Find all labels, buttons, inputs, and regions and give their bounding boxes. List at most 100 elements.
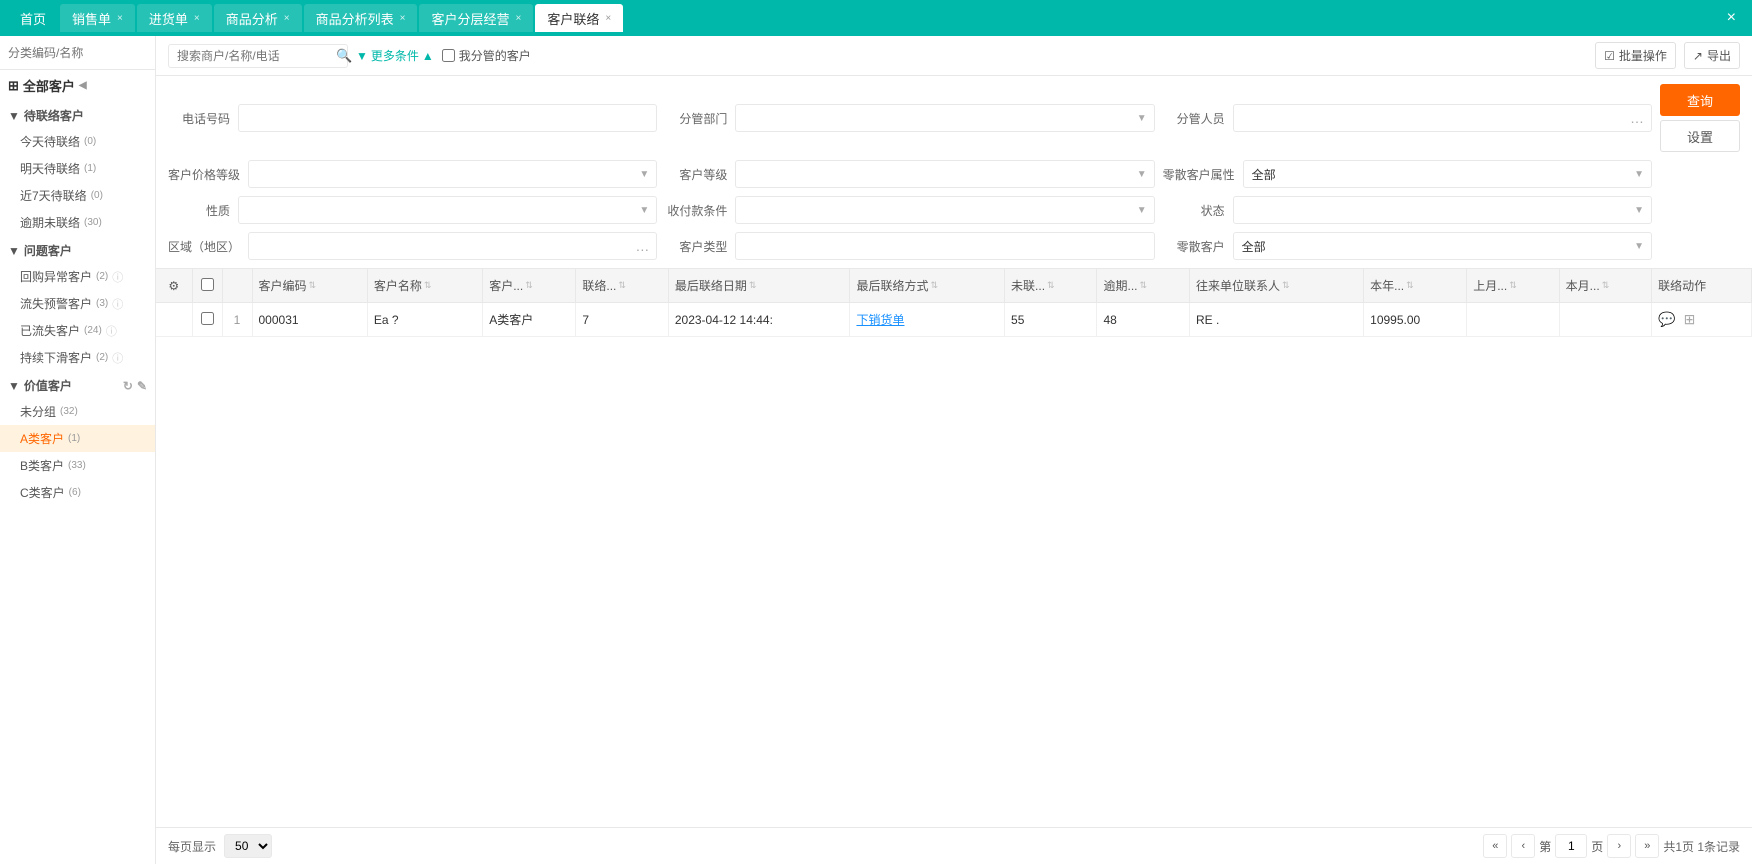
filter-retail-customer-select[interactable]: 全部 xyxy=(1233,232,1652,260)
nav-tab-customer-tier-close[interactable]: × xyxy=(515,13,521,24)
sidebar-item-type-b[interactable]: B类客户 (33) xyxy=(0,452,155,479)
filter-price-level-select[interactable] xyxy=(248,160,657,188)
th-name[interactable]: 客户名称 ⇅ xyxy=(367,269,482,303)
th-type-sort: ⇅ xyxy=(525,280,533,291)
nav-tab-sales[interactable]: 销售单 × xyxy=(60,4,135,32)
filter-nature-select[interactable] xyxy=(238,196,657,224)
filter-customer-level-select[interactable] xyxy=(735,160,1154,188)
settings-button[interactable]: 设置 xyxy=(1660,120,1740,152)
sidebar-item-today[interactable]: 今天待联络 (0) xyxy=(0,128,155,155)
nav-tab-customer-tier[interactable]: 客户分层经营 × xyxy=(419,4,533,32)
th-settings[interactable]: ⚙ xyxy=(156,269,192,303)
th-code-label: 客户编码 xyxy=(259,277,307,294)
nav-tab-home[interactable]: 首页 xyxy=(8,4,58,32)
sidebar-all-customers-header[interactable]: ⊞ 全部客户 ◀ xyxy=(0,70,155,101)
nav-tab-customer-contact-close[interactable]: × xyxy=(605,13,611,24)
select-all-checkbox[interactable] xyxy=(201,278,214,291)
filter-retail-attr-label: 零散客户属性 xyxy=(1163,166,1243,183)
th-unit-contact[interactable]: 往来单位联系人 ⇅ xyxy=(1189,269,1363,303)
th-contact[interactable]: 联络... ⇅ xyxy=(576,269,668,303)
th-this-year[interactable]: 本年... ⇅ xyxy=(1364,269,1467,303)
nav-tab-purchase-close[interactable]: × xyxy=(194,13,200,24)
row-last-method-1[interactable]: 下销货单 xyxy=(856,313,904,327)
sidebar-problem-customers-group[interactable]: ▼ 问题客户 xyxy=(0,236,155,263)
search-input[interactable] xyxy=(177,49,332,63)
nav-tab-analysis-close[interactable]: × xyxy=(284,13,290,24)
filter-customer-type-field: 客户类型 xyxy=(665,232,1154,260)
page-next-button[interactable]: › xyxy=(1607,834,1631,858)
my-customers-checkbox[interactable]: 我分管的客户 xyxy=(442,47,531,64)
th-this-month[interactable]: 本月... ⇅ xyxy=(1559,269,1651,303)
th-this-month-label: 本月... xyxy=(1566,277,1600,294)
page-prev-button[interactable]: ‹ xyxy=(1511,834,1535,858)
row-actions-1: 💬 ⊞ xyxy=(1658,311,1745,328)
nav-close-button[interactable]: × xyxy=(1719,9,1744,27)
th-code[interactable]: 客户编码 ⇅ xyxy=(252,269,367,303)
filter-status-select[interactable] xyxy=(1233,196,1652,224)
nav-tab-analysis-list-close[interactable]: × xyxy=(400,13,406,24)
filter-phone-input[interactable] xyxy=(238,104,657,132)
sidebar-pending-contact-group[interactable]: ▼ 待联络客户 xyxy=(0,101,155,128)
th-overdue[interactable]: 逾期... ⇅ xyxy=(1097,269,1189,303)
filter-dept-select[interactable] xyxy=(735,104,1154,132)
sidebar-item-overdue[interactable]: 逾期未联络 (30) xyxy=(0,209,155,236)
action-grid-icon-1[interactable]: ⊞ xyxy=(1684,311,1696,328)
sidebar-item-unclassified[interactable]: 未分组 (32) xyxy=(0,398,155,425)
sidebar-item-tomorrow[interactable]: 明天待联络 (1) xyxy=(0,155,155,182)
sidebar-item-7days[interactable]: 近7天待联络 (0) xyxy=(0,182,155,209)
row-code-1: 000031 xyxy=(259,313,299,327)
filter-region-wrapper: … xyxy=(248,232,657,260)
sidebar-item-type-c[interactable]: C类客户 (6) xyxy=(0,479,155,506)
sidebar-item-repeat-badge: (2) xyxy=(96,271,108,282)
filter-region-select[interactable] xyxy=(248,232,657,260)
filter-payment-select[interactable] xyxy=(735,196,1154,224)
nav-tab-analysis[interactable]: 商品分析 × xyxy=(214,4,302,32)
sidebar-search-area: 🔍 xyxy=(0,36,155,70)
sidebar-item-type-a-label: A类客户 xyxy=(20,430,64,447)
nav-tab-analysis-list[interactable]: 商品分析列表 × xyxy=(304,4,418,32)
filter-payment-field: 收付款条件 ▼ xyxy=(665,196,1154,224)
th-checkbox[interactable] xyxy=(192,269,222,303)
sidebar-item-repeat-abnormal[interactable]: 回购异常客户 (2) ⓘ xyxy=(0,263,155,290)
td-checkbox-1[interactable] xyxy=(192,303,222,337)
batch-operation-button[interactable]: ☑ 批量操作 xyxy=(1595,42,1676,69)
sidebar-item-declining[interactable]: 持续下滑客户 (2) ⓘ xyxy=(0,344,155,371)
th-last-month[interactable]: 上月... ⇅ xyxy=(1467,269,1559,303)
sidebar-search-input[interactable] xyxy=(8,46,156,60)
action-message-icon-1[interactable]: 💬 xyxy=(1658,311,1675,328)
sidebar-refresh-icon[interactable]: ↻ xyxy=(123,379,133,393)
sidebar-item-churn-warning-badge: (3) xyxy=(96,298,108,309)
region-more-dots[interactable]: … xyxy=(635,238,649,254)
person-more-dots[interactable]: … xyxy=(1630,110,1644,126)
nav-tab-purchase[interactable]: 进货单 × xyxy=(137,4,212,32)
filter-retail-attr-select[interactable]: 全部 xyxy=(1243,160,1652,188)
filter-customer-type-select[interactable] xyxy=(735,232,1154,260)
page-next-icon: › xyxy=(1617,840,1621,852)
nav-tab-customer-contact[interactable]: 客户联络 × xyxy=(535,4,623,32)
filter-conditions-panel: 电话号码 分管部门 ▼ 分管人员 … xyxy=(156,76,1752,269)
sidebar-item-churn-warning[interactable]: 流失预警客户 (3) ⓘ xyxy=(0,290,155,317)
sidebar-item-type-a[interactable]: A类客户 (1) xyxy=(0,425,155,452)
filter-retail-attr-wrapper: 全部 ▼ xyxy=(1243,160,1652,188)
total-info: 共1页 1条记录 xyxy=(1663,838,1740,855)
per-page-select[interactable]: 50 xyxy=(224,834,272,858)
th-last-date[interactable]: 最后联络日期 ⇅ xyxy=(668,269,850,303)
query-button[interactable]: 查询 xyxy=(1660,84,1740,116)
td-contact-1: 7 xyxy=(576,303,668,337)
page-first-button[interactable]: « xyxy=(1483,834,1507,858)
export-button[interactable]: ↗ 导出 xyxy=(1684,42,1740,69)
th-action-label: 联络动作 xyxy=(1658,277,1706,294)
page-number-input[interactable] xyxy=(1555,834,1587,858)
filter-person-select[interactable] xyxy=(1233,104,1652,132)
search-icon[interactable]: 🔍 xyxy=(336,48,352,64)
th-type[interactable]: 客户... ⇅ xyxy=(483,269,576,303)
row-checkbox-1[interactable] xyxy=(201,312,214,325)
nav-tab-sales-close[interactable]: × xyxy=(117,13,123,24)
sidebar-item-churned[interactable]: 已流失客户 (24) ⓘ xyxy=(0,317,155,344)
more-conditions-button[interactable]: ▼ 更多条件 ▲ xyxy=(356,47,434,64)
sidebar-edit-icon[interactable]: ✎ xyxy=(137,379,147,393)
th-uncontacted[interactable]: 未联... ⇅ xyxy=(1005,269,1097,303)
page-last-button[interactable]: » xyxy=(1635,834,1659,858)
th-last-method[interactable]: 最后联络方式 ⇅ xyxy=(850,269,1005,303)
my-customers-check[interactable] xyxy=(442,49,455,62)
